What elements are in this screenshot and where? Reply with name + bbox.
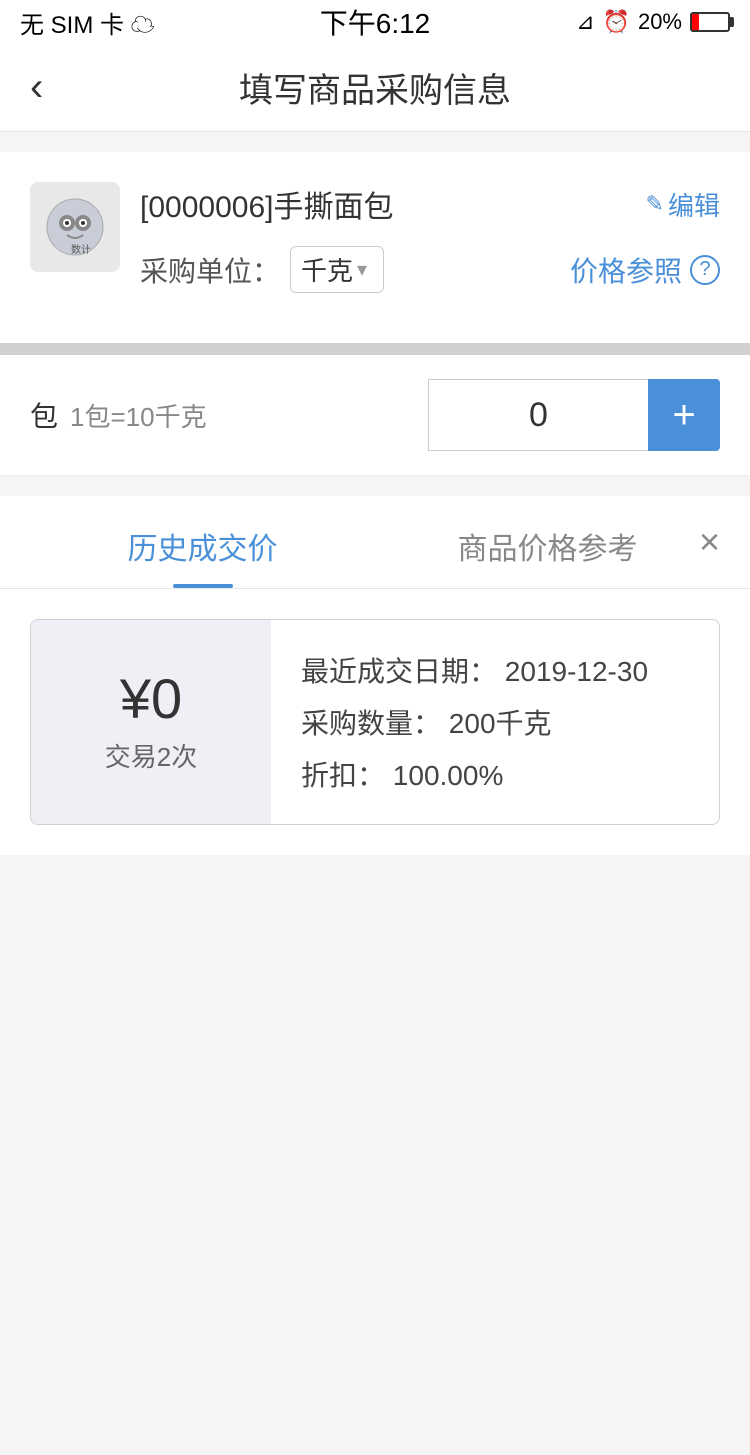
- tabs-header: 历史成交价 商品价格参考 ×: [0, 496, 750, 589]
- quantity-input[interactable]: [428, 379, 648, 451]
- tab-history-price[interactable]: 历史成交价: [30, 496, 375, 588]
- status-right: ⊿ ⏰ 20%: [576, 9, 730, 35]
- battery-percent: 20%: [638, 9, 682, 35]
- purchase-qty-label: 采购数量：: [301, 708, 441, 739]
- sim-label: 无 SIM 卡 ☁: [20, 5, 155, 40]
- product-thumbnail: 数计: [30, 182, 120, 272]
- alarm-icon: ⏰: [603, 9, 630, 35]
- purchase-unit-label: 采购单位：: [140, 250, 280, 290]
- price-card: ¥0 交易2次 最近成交日期： 2019-12-30 采购数量： 200千克 折…: [30, 619, 720, 825]
- purchase-qty-value: 200千克: [449, 708, 552, 739]
- back-button[interactable]: ‹: [30, 65, 90, 110]
- purchase-unit-row: 采购单位： 千克 ▾ 价格参照 ?: [140, 246, 720, 293]
- purchase-qty-row: 采购数量： 200千克: [301, 702, 689, 742]
- quantity-control: +: [428, 379, 720, 451]
- status-time: 下午6:12: [320, 2, 431, 42]
- quantity-row: 包 1包=10千克 +: [0, 355, 750, 476]
- battery-icon: [690, 12, 730, 32]
- location-icon: ⊿: [576, 9, 594, 35]
- product-header: 数计 [0000006]手撕面包 ✎ 编辑 采购单位： 千克 ▾: [30, 182, 720, 293]
- trade-count: 交易2次: [105, 737, 197, 774]
- recent-date-row: 最近成交日期： 2019-12-30: [301, 650, 689, 690]
- product-logo-icon: 数计: [45, 197, 105, 257]
- discount-row: 折扣： 100.00%: [301, 754, 689, 794]
- tabs-close-button[interactable]: ×: [689, 511, 730, 573]
- price-ref-label: 价格参照: [570, 250, 682, 290]
- price-ref-help-icon: ?: [690, 255, 720, 285]
- price-card-right: 最近成交日期： 2019-12-30 采购数量： 200千克 折扣： 100.0…: [271, 620, 719, 824]
- tab-price-ref[interactable]: 商品价格参考: [375, 496, 720, 588]
- price-card-left: ¥0 交易2次: [31, 620, 271, 824]
- page-title: 填写商品采购信息: [239, 63, 511, 112]
- discount-label: 折扣：: [301, 760, 385, 791]
- unit-name: 包: [30, 395, 58, 435]
- product-card: 数计 [0000006]手撕面包 ✎ 编辑 采购单位： 千克 ▾: [0, 152, 750, 343]
- history-content: ¥0 交易2次 最近成交日期： 2019-12-30 采购数量： 200千克 折…: [0, 589, 750, 855]
- dropdown-arrow-icon: ▾: [357, 257, 367, 282]
- quantity-plus-button[interactable]: +: [648, 379, 720, 451]
- price-amount: ¥0: [120, 671, 182, 727]
- edit-icon: ✎: [646, 191, 664, 217]
- unit-value: 千克: [301, 251, 353, 288]
- discount-value: 100.00%: [393, 760, 504, 791]
- status-bar: 无 SIM 卡 ☁ 下午6:12 ⊿ ⏰ 20%: [0, 0, 750, 44]
- recent-date-value: 2019-12-30: [505, 656, 648, 687]
- battery-fill: [692, 14, 699, 30]
- price-ref-button[interactable]: 价格参照 ?: [570, 250, 720, 290]
- product-name-row: [0000006]手撕面包 ✎ 编辑: [140, 182, 720, 226]
- nav-bar: ‹ 填写商品采购信息: [0, 44, 750, 132]
- recent-date-label: 最近成交日期：: [301, 656, 497, 687]
- tabs-panel: 历史成交价 商品价格参考 × ¥0 交易2次 最近成交日期： 2019-12-3…: [0, 496, 750, 855]
- section-divider: [0, 343, 750, 355]
- edit-button[interactable]: ✎ 编辑: [646, 186, 720, 223]
- status-left: 无 SIM 卡 ☁: [20, 5, 155, 40]
- quantity-label: 包 1包=10千克: [30, 395, 207, 435]
- purchase-unit-left: 采购单位： 千克 ▾: [140, 246, 384, 293]
- svg-text:数计: 数计: [71, 243, 91, 256]
- unit-convert-label: 1包=10千克: [70, 397, 207, 434]
- unit-select[interactable]: 千克 ▾: [290, 246, 384, 293]
- page-rest: [0, 855, 750, 1455]
- product-name: [0000006]手撕面包: [140, 182, 393, 226]
- product-info: [0000006]手撕面包 ✎ 编辑 采购单位： 千克 ▾ 价格参照: [140, 182, 720, 293]
- edit-label: 编辑: [668, 186, 720, 223]
